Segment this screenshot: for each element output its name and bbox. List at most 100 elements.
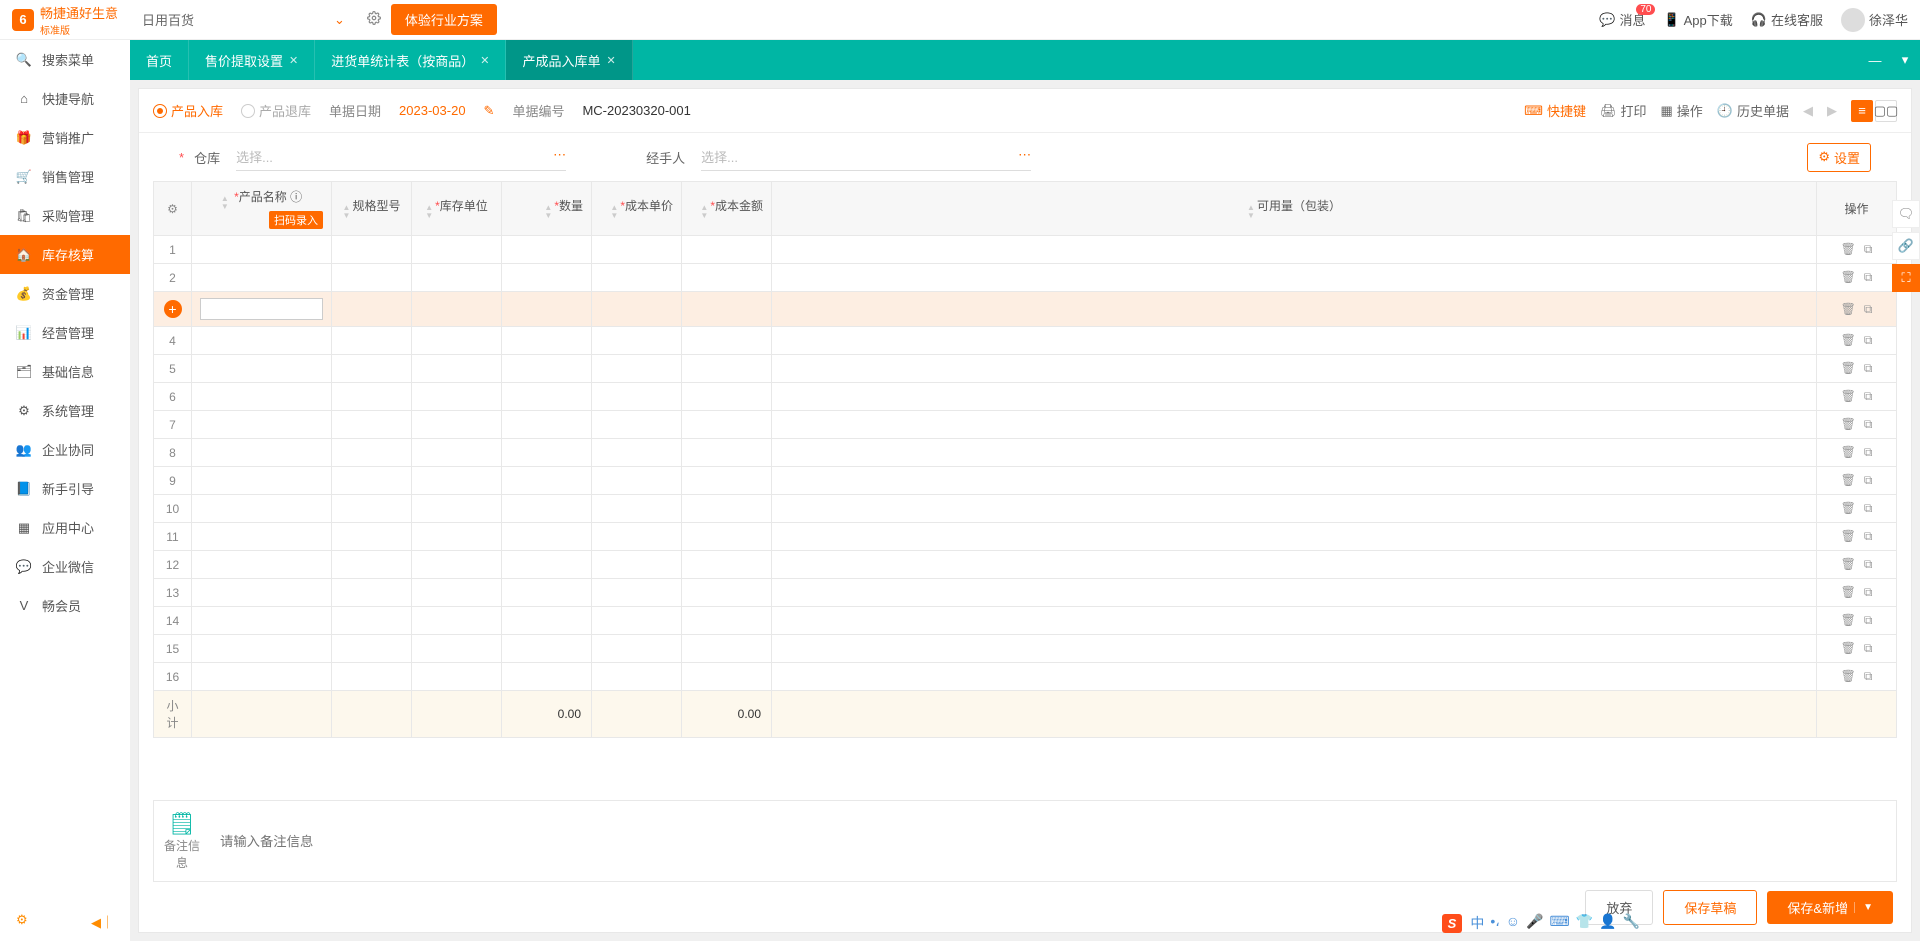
cell[interactable]: [192, 411, 332, 439]
cell[interactable]: [192, 523, 332, 551]
collapse-icon[interactable]: ◀｜: [91, 912, 114, 931]
save-new-button[interactable]: 保存&新增 ▼: [1767, 891, 1893, 924]
table-row[interactable]: 9🗑⧉: [154, 467, 1897, 495]
cell[interactable]: [192, 439, 332, 467]
col-spec[interactable]: ▲▼规格型号: [332, 182, 412, 236]
sidebar-item-info[interactable]: 🗂基础信息: [0, 352, 130, 391]
delete-row-icon[interactable]: 🗑: [1841, 417, 1856, 431]
cell[interactable]: [192, 264, 332, 292]
add-row-button[interactable]: +: [164, 300, 182, 318]
delete-row-icon[interactable]: 🗑: [1841, 361, 1856, 375]
tab[interactable]: 售价提取设置✕: [189, 40, 315, 80]
online-service-button[interactable]: 🎧 在线客服: [1751, 10, 1823, 29]
cell[interactable]: [192, 495, 332, 523]
cell[interactable]: [192, 635, 332, 663]
cell[interactable]: [192, 579, 332, 607]
tab[interactable]: 产成品入库单✕: [506, 40, 632, 80]
cell[interactable]: [192, 607, 332, 635]
delete-row-icon[interactable]: 🗑: [1841, 242, 1856, 256]
handler-select[interactable]: 选择... ⋯: [701, 143, 1031, 171]
copy-row-icon[interactable]: ⧉: [1864, 389, 1873, 404]
save-draft-button[interactable]: 保存草稿: [1663, 890, 1757, 925]
col-amount[interactable]: ▲▼*成本金额: [682, 182, 772, 236]
app-download-button[interactable]: 📱 App下载: [1663, 10, 1732, 29]
tab[interactable]: 进货单统计表（按商品）✕: [315, 40, 506, 80]
sidebar-item-cart[interactable]: 🛒销售管理: [0, 157, 130, 196]
col-qty[interactable]: ▲▼*数量: [502, 182, 592, 236]
table-row[interactable]: 6🗑⧉: [154, 383, 1897, 411]
sidebar-item-wechat[interactable]: 💬企业微信: [0, 547, 130, 586]
sidebar-item-gift[interactable]: 🎁营销推广: [0, 118, 130, 157]
copy-row-icon[interactable]: ⧉: [1864, 302, 1873, 317]
settings-icon[interactable]: ⚙: [16, 912, 28, 931]
col-price[interactable]: ▲▼*成本单价: [592, 182, 682, 236]
table-row[interactable]: 2🗑⧉: [154, 264, 1897, 292]
cell[interactable]: [192, 355, 332, 383]
user-menu[interactable]: 徐泽华: [1841, 8, 1908, 32]
float-link-icon[interactable]: 🔗: [1892, 232, 1920, 260]
view-list-button[interactable]: ≡: [1851, 100, 1873, 122]
delete-row-icon[interactable]: 🗑: [1841, 641, 1856, 655]
float-feedback-icon[interactable]: 🗨: [1892, 200, 1920, 228]
sidebar-item-chart[interactable]: 📊经营管理: [0, 313, 130, 352]
col-gear[interactable]: ⚙: [154, 182, 192, 236]
copy-row-icon[interactable]: ⧉: [1864, 417, 1873, 432]
product-name-input[interactable]: [200, 298, 323, 320]
copy-row-icon[interactable]: ⧉: [1864, 445, 1873, 460]
remark-input[interactable]: [210, 801, 1896, 881]
tab-minimize-icon[interactable]: —: [1860, 40, 1890, 80]
delete-row-icon[interactable]: 🗑: [1841, 270, 1856, 284]
cell[interactable]: [192, 551, 332, 579]
delete-row-icon[interactable]: 🗑: [1841, 669, 1856, 683]
copy-row-icon[interactable]: ⧉: [1864, 333, 1873, 348]
copy-row-icon[interactable]: ⧉: [1864, 529, 1873, 544]
cell[interactable]: [192, 383, 332, 411]
sidebar-item-bag[interactable]: 🛍采购管理: [0, 196, 130, 235]
copy-row-icon[interactable]: ⧉: [1864, 242, 1873, 257]
sidebar-item-home[interactable]: ⌂快捷导航: [0, 79, 130, 118]
cell[interactable]: [192, 467, 332, 495]
view-card-button[interactable]: ▢▢: [1875, 100, 1897, 122]
float-expand-icon[interactable]: ⛶: [1892, 264, 1920, 292]
delete-row-icon[interactable]: 🗑: [1841, 473, 1856, 487]
close-icon[interactable]: ✕: [480, 54, 489, 67]
delete-row-icon[interactable]: 🗑: [1841, 333, 1856, 347]
table-row[interactable]: 4🗑⧉: [154, 327, 1897, 355]
nav-next-button[interactable]: ▶: [1827, 103, 1837, 119]
delete-row-icon[interactable]: 🗑: [1841, 529, 1856, 543]
copy-row-icon[interactable]: ⧉: [1864, 641, 1873, 656]
sidebar-item-guide[interactable]: 📘新手引导: [0, 469, 130, 508]
scan-input-button[interactable]: 扫码录入: [269, 211, 323, 229]
gear-icon[interactable]: [357, 11, 391, 28]
sidebar-item-search[interactable]: 🔍搜索菜单: [0, 40, 130, 79]
sidebar-item-team[interactable]: 👥企业协同: [0, 430, 130, 469]
table-row[interactable]: 10🗑⧉: [154, 495, 1897, 523]
table-row[interactable]: 8🗑⧉: [154, 439, 1897, 467]
delete-row-icon[interactable]: 🗑: [1841, 389, 1856, 403]
cell[interactable]: [192, 236, 332, 264]
sidebar-item-vip[interactable]: V畅会员: [0, 586, 130, 625]
table-row[interactable]: 16🗑⧉: [154, 663, 1897, 691]
messages-button[interactable]: 💬 消息 70: [1599, 10, 1645, 29]
tab-menu-icon[interactable]: ▾: [1890, 40, 1920, 80]
col-name[interactable]: ▲▼ *产品名称 ⓘ 扫码录入: [192, 182, 332, 236]
category-select[interactable]: 日用百货 ⌄: [130, 10, 357, 29]
copy-row-icon[interactable]: ⧉: [1864, 613, 1873, 628]
copy-row-icon[interactable]: ⧉: [1864, 501, 1873, 516]
table-row[interactable]: 7🗑⧉: [154, 411, 1897, 439]
cell[interactable]: [192, 327, 332, 355]
table-row[interactable]: 5🗑⧉: [154, 355, 1897, 383]
close-icon[interactable]: ✕: [289, 54, 298, 67]
delete-row-icon[interactable]: 🗑: [1841, 613, 1856, 627]
delete-row-icon[interactable]: 🗑: [1841, 585, 1856, 599]
copy-row-icon[interactable]: ⧉: [1864, 270, 1873, 285]
col-avail[interactable]: ▲▼可用量（包装）: [772, 182, 1817, 236]
copy-row-icon[interactable]: ⧉: [1864, 473, 1873, 488]
col-unit[interactable]: ▲▼*库存单位: [412, 182, 502, 236]
pencil-icon[interactable]: ✎: [484, 103, 495, 119]
copy-row-icon[interactable]: ⧉: [1864, 361, 1873, 376]
sidebar-item-wallet[interactable]: 💰资金管理: [0, 274, 130, 313]
table-row[interactable]: 14🗑⧉: [154, 607, 1897, 635]
radio-product-out[interactable]: 产品退库: [241, 101, 311, 120]
cta-button[interactable]: 体验行业方案: [391, 4, 497, 35]
